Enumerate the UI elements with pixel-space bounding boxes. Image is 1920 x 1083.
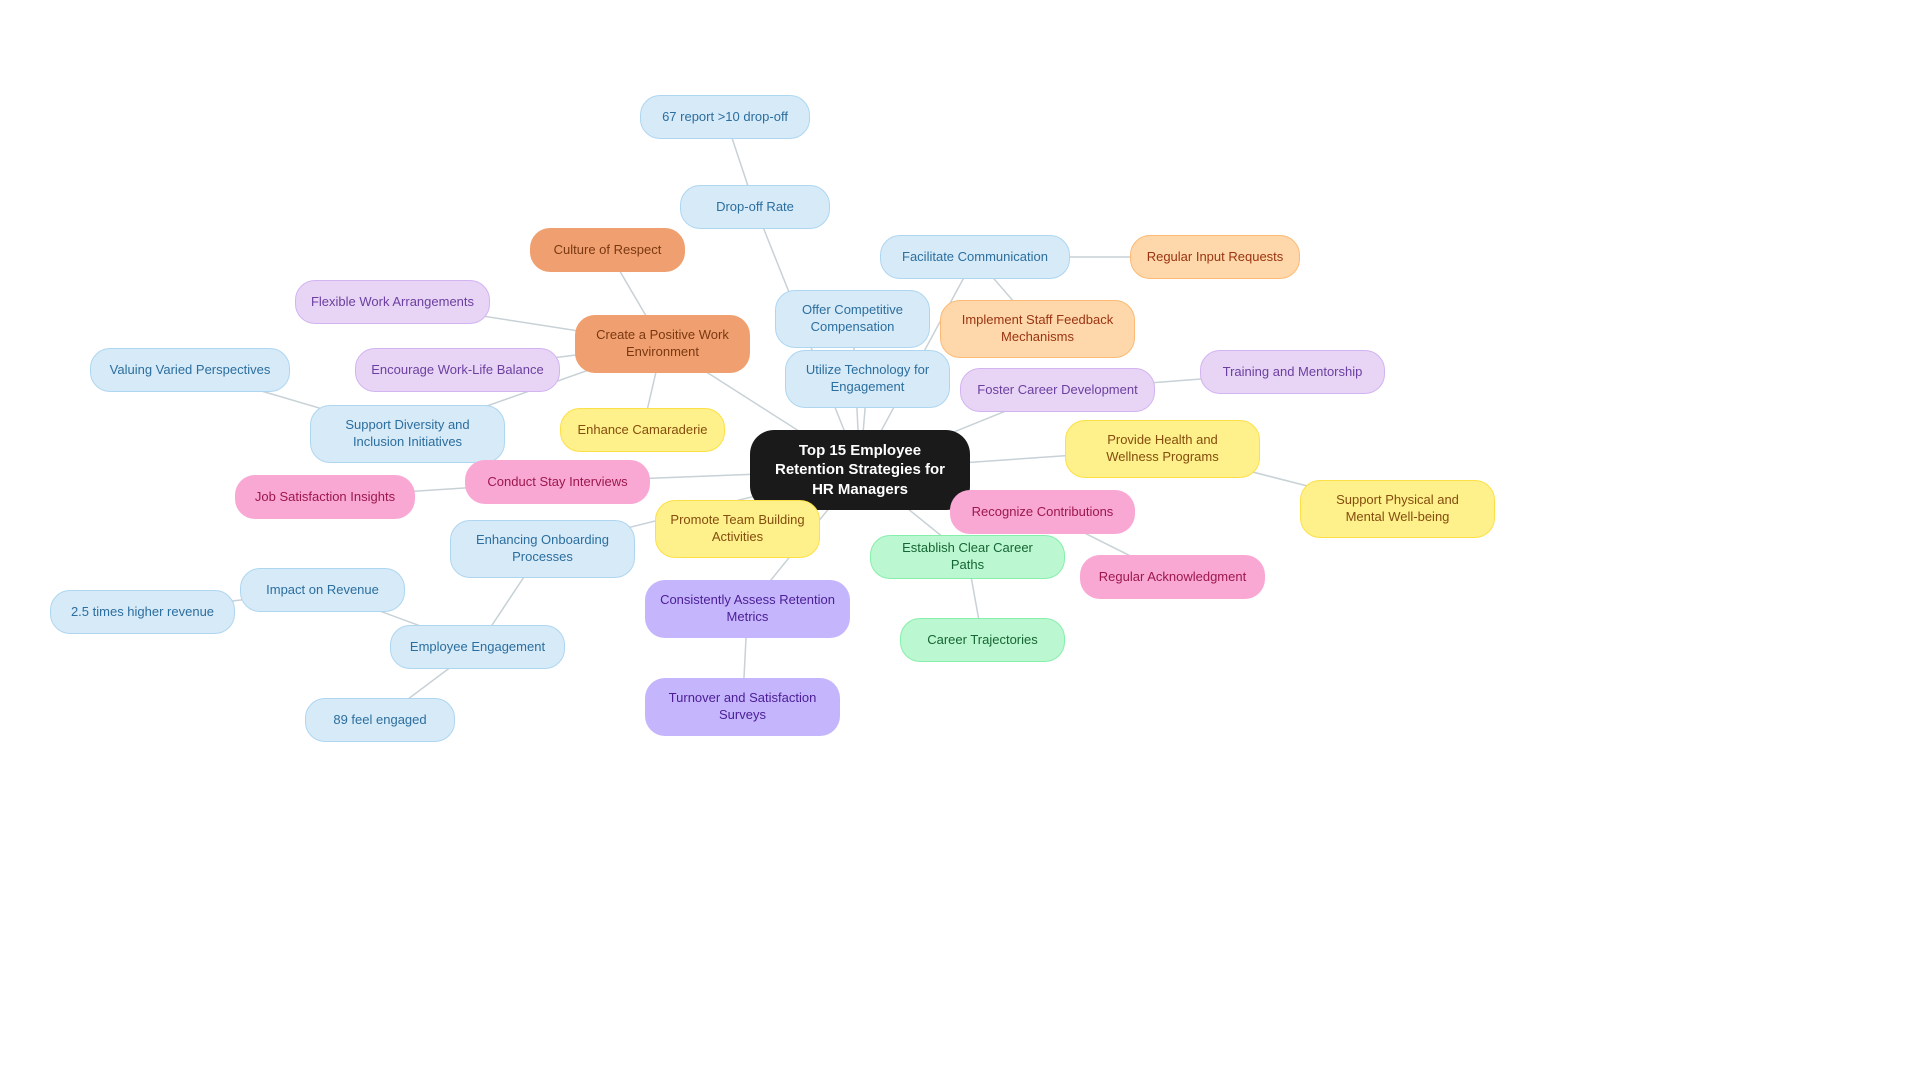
node-impact_revenue[interactable]: Impact on Revenue	[240, 568, 405, 612]
node-drop_off_rate[interactable]: Drop-off Rate	[680, 185, 830, 229]
mind-map-container: Top 15 Employee Retention Strategies for…	[0, 0, 1920, 1083]
node-flexible_work[interactable]: Flexible Work Arrangements	[295, 280, 490, 324]
node-training_mentor[interactable]: Training and Mentorship	[1200, 350, 1385, 394]
node-enhance_cam[interactable]: Enhance Camaraderie	[560, 408, 725, 452]
node-culture_respect[interactable]: Culture of Respect	[530, 228, 685, 272]
node-regular_ack[interactable]: Regular Acknowledgment	[1080, 555, 1265, 599]
node-regular_input[interactable]: Regular Input Requests	[1130, 235, 1300, 279]
node-25_higher[interactable]: 2.5 times higher revenue	[50, 590, 235, 634]
node-job_satisfaction[interactable]: Job Satisfaction Insights	[235, 475, 415, 519]
node-employee_engage[interactable]: Employee Engagement	[390, 625, 565, 669]
node-89_engaged[interactable]: 89 feel engaged	[305, 698, 455, 742]
node-utilize_tech[interactable]: Utilize Technology for Engagement	[785, 350, 950, 408]
node-foster_career[interactable]: Foster Career Development	[960, 368, 1155, 412]
node-encourage_wlb[interactable]: Encourage Work-Life Balance	[355, 348, 560, 392]
node-recognize_contrib[interactable]: Recognize Contributions	[950, 490, 1135, 534]
node-67_report[interactable]: 67 report >10 drop-off	[640, 95, 810, 139]
node-enhancing_onboard[interactable]: Enhancing Onboarding Processes	[450, 520, 635, 578]
node-establish_career[interactable]: Establish Clear Career Paths	[870, 535, 1065, 579]
node-facilitate_comm[interactable]: Facilitate Communication	[880, 235, 1070, 279]
node-valuing_varied[interactable]: Valuing Varied Perspectives	[90, 348, 290, 392]
node-provide_health[interactable]: Provide Health and Wellness Programs	[1065, 420, 1260, 478]
node-turnover_surveys[interactable]: Turnover and Satisfaction Surveys	[645, 678, 840, 736]
node-offer_comp[interactable]: Offer Competitive Compensation	[775, 290, 930, 348]
node-promote_team[interactable]: Promote Team Building Activities	[655, 500, 820, 558]
node-support_physical[interactable]: Support Physical and Mental Well-being	[1300, 480, 1495, 538]
node-consistently_assess[interactable]: Consistently Assess Retention Metrics	[645, 580, 850, 638]
node-support_diversity[interactable]: Support Diversity and Inclusion Initiati…	[310, 405, 505, 463]
node-create_positive[interactable]: Create a Positive Work Environment	[575, 315, 750, 373]
node-conduct_stay[interactable]: Conduct Stay Interviews	[465, 460, 650, 504]
node-implement_feedback[interactable]: Implement Staff Feedback Mechanisms	[940, 300, 1135, 358]
node-career_traj[interactable]: Career Trajectories	[900, 618, 1065, 662]
node-center[interactable]: Top 15 Employee Retention Strategies for…	[750, 430, 970, 510]
